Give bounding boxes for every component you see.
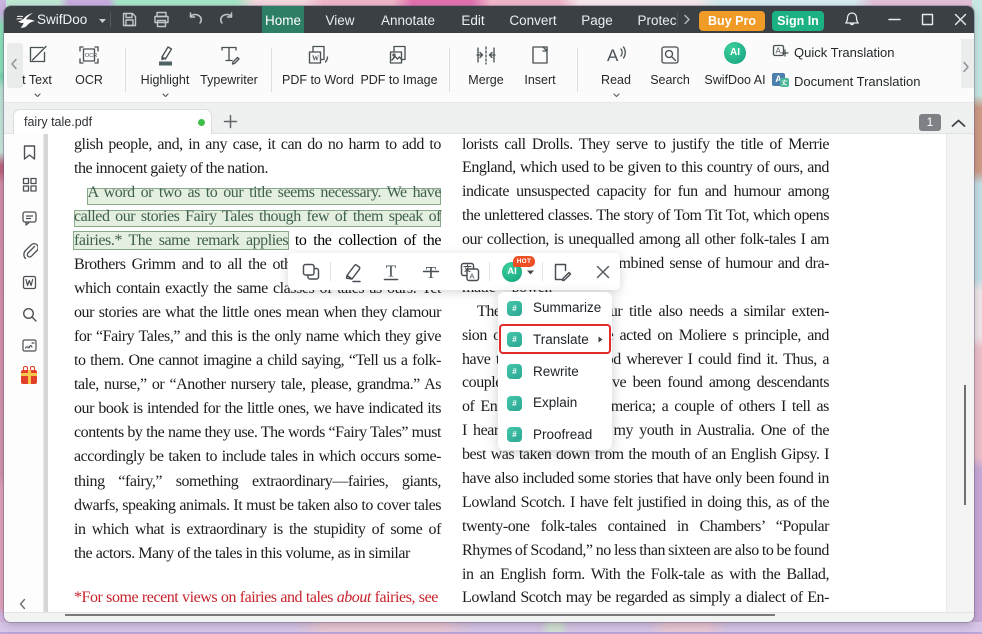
- svg-text:T: T: [426, 263, 437, 282]
- svg-text:A: A: [470, 271, 475, 280]
- svg-text:T: T: [386, 262, 397, 281]
